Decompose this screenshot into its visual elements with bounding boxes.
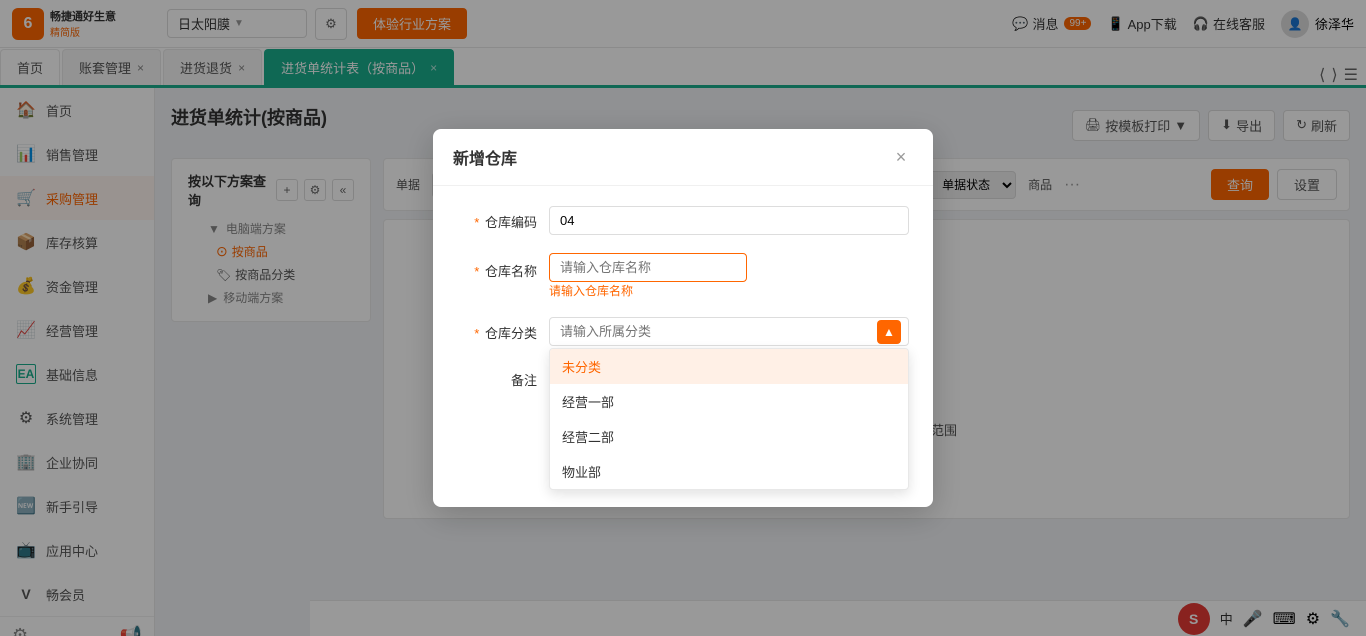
required-star-category: * — [474, 326, 479, 341]
category-input[interactable] — [549, 317, 909, 346]
category-select-wrapper: ▲ 未分类 经营一部 经营二部 物业部 — [549, 317, 909, 346]
warehouse-code-input[interactable] — [549, 206, 909, 235]
category-dropdown-toggle[interactable]: ▲ — [877, 320, 901, 344]
required-star-code: * — [474, 215, 479, 230]
modal-add-warehouse: 新增仓库 × * 仓库编码 * 仓库名称 — [433, 129, 933, 507]
modal-header: 新增仓库 × — [433, 129, 933, 186]
dropdown-item-unclassified[interactable]: 未分类 — [550, 349, 908, 384]
form-row-category: * 仓库分类 ▲ 未分类 经营一部 经营二部 物业部 — [457, 317, 909, 346]
form-row-name: * 仓库名称 请输入仓库名称 — [457, 253, 909, 299]
warehouse-name-input[interactable] — [549, 253, 747, 282]
dropdown-item-dept1[interactable]: 经营一部 — [550, 384, 908, 419]
required-star-name: * — [474, 264, 479, 279]
modal-body: * 仓库编码 * 仓库名称 请输入仓库名称 — [433, 186, 933, 442]
form-category-label: * 仓库分类 — [457, 317, 537, 342]
modal-close-button[interactable]: × — [889, 145, 913, 169]
form-remark-label: 备注 — [457, 364, 537, 389]
category-dropdown: 未分类 经营一部 经营二部 物业部 — [549, 348, 909, 490]
form-code-label: * 仓库编码 — [457, 206, 537, 231]
modal-title: 新增仓库 — [453, 145, 517, 169]
dropdown-item-dept2[interactable]: 经营二部 — [550, 419, 908, 454]
dropdown-item-property[interactable]: 物业部 — [550, 454, 908, 489]
form-name-label: * 仓库名称 — [457, 255, 537, 280]
modal-overlay: 新增仓库 × * 仓库编码 * 仓库名称 — [0, 0, 1366, 636]
name-error-container: 请输入仓库名称 — [549, 282, 633, 299]
name-error-message: 请输入仓库名称 — [549, 284, 633, 298]
form-row-code: * 仓库编码 — [457, 206, 909, 235]
